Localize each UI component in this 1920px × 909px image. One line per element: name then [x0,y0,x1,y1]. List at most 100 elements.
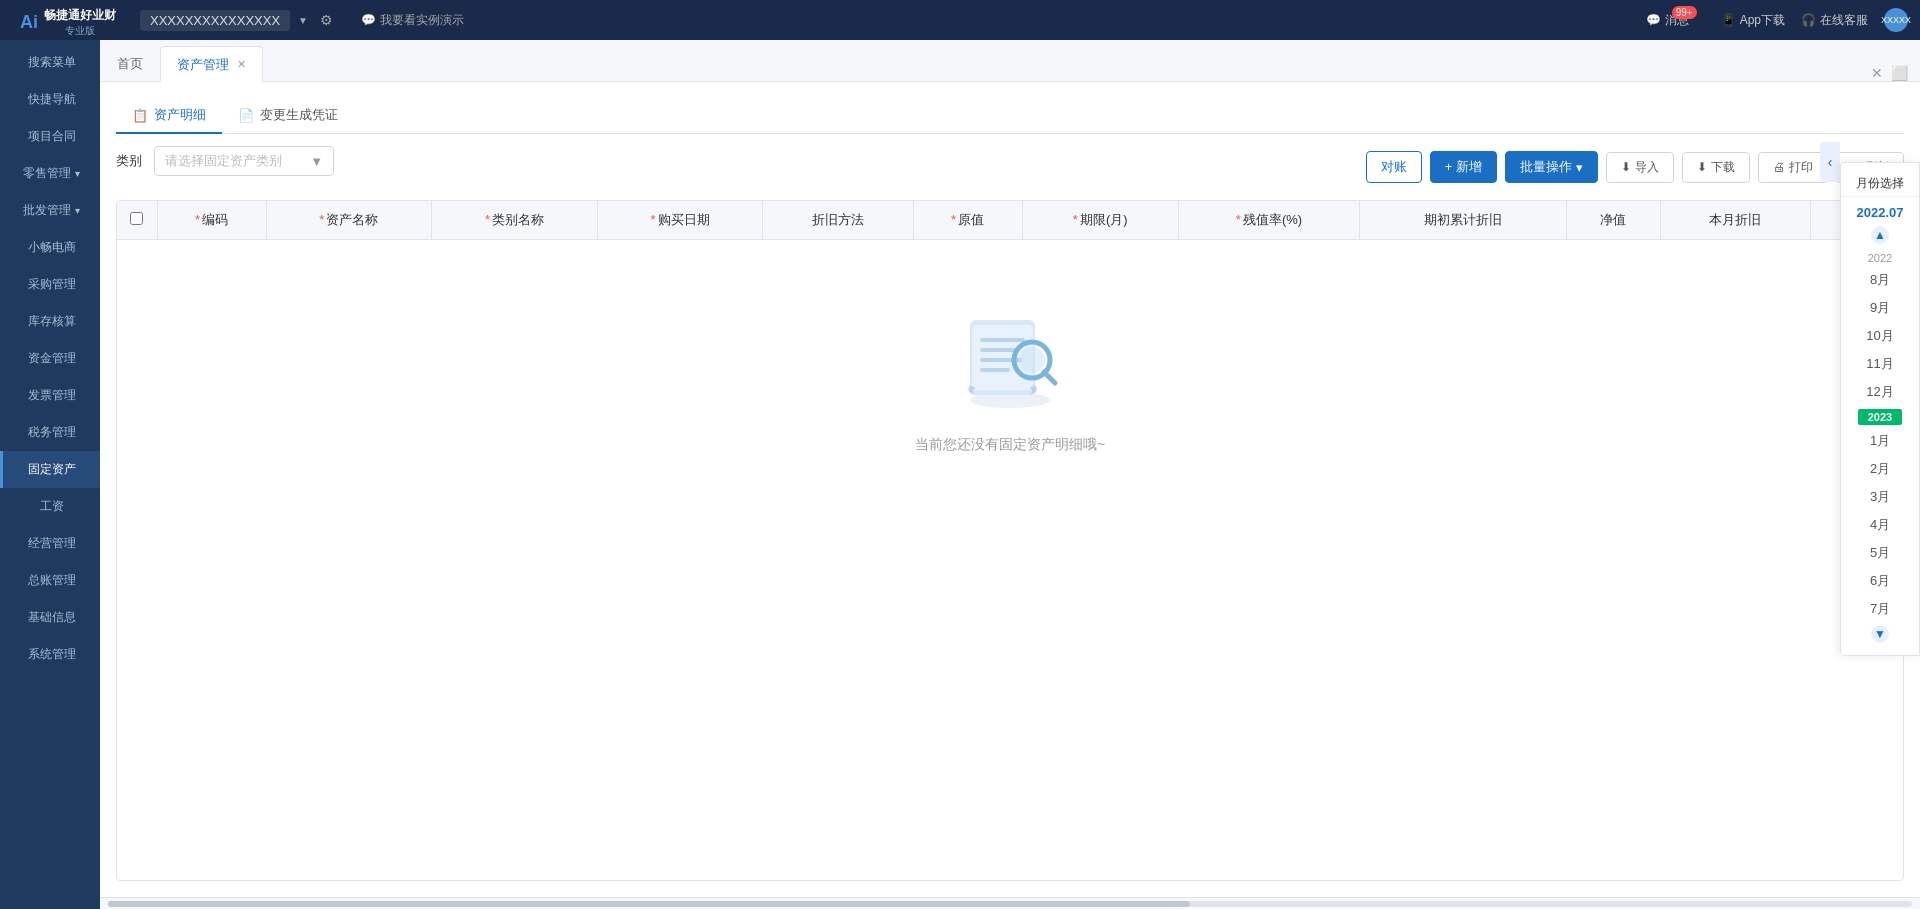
company-name-text: XXXXXXXXXXXXXXX [150,13,280,28]
sub-tabs: 📋 资产明细 📄 变更生成凭证 [116,98,1904,134]
month-nav-up[interactable]: ▲ [1871,226,1889,244]
month-nav-bottom: ▼ [1841,623,1919,647]
tab-asset-label: 资产管理 [177,56,229,74]
month-9[interactable]: 9月 [1841,294,1919,322]
th-residual-rate: *残值率(%) [1178,201,1359,240]
month-7[interactable]: 7月 [1841,595,1919,623]
sidebar-purchase-label: 采购管理 [28,277,76,291]
bottom-scrollbar[interactable] [100,897,1920,909]
sidebar-salary-label: 工资 [40,499,64,513]
add-btn[interactable]: + 新增 [1430,151,1497,183]
sidebar-finance-label: 资金管理 [28,351,76,365]
sub-tab-change-voucher[interactable]: 📄 变更生成凭证 [222,98,354,134]
sidebar-item-ecommerce[interactable]: 小畅电商 [0,229,100,266]
month-4[interactable]: 4月 [1841,511,1919,539]
month-2[interactable]: 2月 [1841,455,1919,483]
asset-table: *编码 *资产名称 *类别名称 *购买日期 折旧方法 *原值 *期限(月) *残… [117,201,1903,514]
import-btn[interactable]: ⬇ 导入 [1606,152,1674,183]
month-nav: ▲ [1841,224,1919,248]
sidebar-item-purchase[interactable]: 采购管理 [0,266,100,303]
sidebar-item-operations[interactable]: 经营管理 [0,525,100,562]
top-header: Ai 畅捷通好业财 专业版 XXXXXXXXXXXXXXX ▼ ⚙ 💬 我要看实… [0,0,1920,40]
reconcile-label: 对账 [1381,158,1407,176]
sidebar-item-wholesale[interactable]: 批发管理 ▾ [0,192,100,229]
month-11[interactable]: 11月 [1841,350,1919,378]
page-content: 📋 资产明细 📄 变更生成凭证 类别 请选择固定资产类别 ▼ [100,82,1920,897]
sidebar-item-tax[interactable]: 税务管理 [0,414,100,451]
sidebar-ecommerce-label: 小畅电商 [28,240,76,254]
sidebar-item-project[interactable]: 项目合同 [0,118,100,155]
sidebar-system-label: 系统管理 [28,647,76,661]
sidebar-item-ledger[interactable]: 总账管理 [0,562,100,599]
sidebar-retail-label: 零售管理 [23,165,71,182]
th-checkbox[interactable] [117,201,157,240]
tab-bar: 首页 资产管理 ✕ ✕ ⬜ [100,40,1920,82]
month-3[interactable]: 3月 [1841,483,1919,511]
month-1[interactable]: 1月 [1841,427,1919,455]
sidebar-item-salary[interactable]: 工资 [0,488,100,525]
sidebar-item-retail[interactable]: 零售管理 ▾ [0,155,100,192]
month-5[interactable]: 5月 [1841,539,1919,567]
sub-tab-asset-detail[interactable]: 📋 资产明细 [116,98,222,134]
scrollbar-thumb[interactable] [108,901,1190,907]
year-2022-label: 2022 [1841,248,1919,266]
online-service-btn[interactable]: 🎧 在线客服 [1801,12,1868,29]
sidebar-quick-nav-label: 快捷导航 [28,92,76,106]
empty-state: 当前您还没有固定资产明细哦~ [117,240,1903,514]
sidebar-item-fixed-asset[interactable]: 固定资产 [0,451,100,488]
messages-btn[interactable]: 💬 消息 99+ [1646,12,1689,29]
sidebar-basic-info-label: 基础信息 [28,610,76,624]
month-selector-toggle[interactable]: ‹ [1820,142,1840,182]
empty-state-cell: 当前您还没有固定资产明细哦~ [117,240,1903,515]
select-all-checkbox[interactable] [130,212,143,225]
sidebar-item-finance[interactable]: 资金管理 [0,340,100,377]
sidebar-item-basic-info[interactable]: 基础信息 [0,599,100,636]
month-10[interactable]: 10月 [1841,322,1919,350]
filter-label: 类别 [116,152,142,170]
svg-point-9 [1019,347,1045,373]
sidebar-item-invoice[interactable]: 发票管理 [0,377,100,414]
reconcile-btn[interactable]: 对账 [1366,151,1422,183]
th-current-depreciation: 本月折旧 [1660,201,1810,240]
window-maximize-btn[interactable]: ⬜ [1891,65,1908,81]
user-avatar[interactable]: XXXXX [1884,8,1908,32]
th-original-value: *原值 [913,201,1022,240]
company-selector[interactable]: XXXXXXXXXXXXXXX [140,10,290,31]
category-select-arrow: ▼ [310,154,323,169]
scrollbar-track[interactable] [108,901,1912,907]
download-icon: ⬇ [1697,160,1707,174]
download-btn[interactable]: ⬇ 下载 [1682,152,1750,183]
sidebar-item-search[interactable]: 搜索菜单 [0,44,100,81]
print-btn[interactable]: 🖨 打印 [1758,152,1828,183]
sidebar-item-inventory[interactable]: 库存核算 [0,303,100,340]
month-6[interactable]: 6月 [1841,567,1919,595]
batch-btn[interactable]: 批量操作 ▾ [1505,151,1598,183]
app-download-btn[interactable]: 📱 App下载 [1721,12,1785,29]
demo-link[interactable]: 💬 我要看实例演示 [361,12,464,29]
settings-icon[interactable]: ⚙ [320,12,333,28]
sidebar-item-system[interactable]: 系统管理 [0,636,100,673]
messages-badge: 99+ [1672,6,1697,19]
table-header-row: *编码 *资产名称 *类别名称 *购买日期 折旧方法 *原值 *期限(月) *残… [117,201,1903,240]
content-area: 首页 资产管理 ✕ ✕ ⬜ 📋 资产明细 📄 变更生成 [100,40,1920,909]
tab-asset[interactable]: 资产管理 ✕ [160,46,263,82]
th-accumulated-depreciation: 期初累计折旧 [1360,201,1567,240]
year-2023-marker: 2023 [1858,409,1902,425]
window-close-btn[interactable]: ✕ [1871,65,1883,81]
app-name: 畅捷通好业财 [44,7,116,24]
tab-home-label: 首页 [117,55,143,73]
th-net-value: 净值 [1567,201,1661,240]
empty-state-row: 当前您还没有固定资产明细哦~ [117,240,1903,515]
sidebar-operations-label: 经营管理 [28,536,76,550]
sidebar-item-quick-nav[interactable]: 快捷导航 [0,81,100,118]
svg-rect-6 [980,368,1010,372]
month-12[interactable]: 12月 [1841,378,1919,406]
company-dropdown-arrow[interactable]: ▼ [298,15,308,26]
sidebar-ledger-label: 总账管理 [28,573,76,587]
sidebar-inventory-label: 库存核算 [28,314,76,328]
month-nav-down[interactable]: ▼ [1871,625,1889,643]
tab-home[interactable]: 首页 [100,45,160,81]
month-8[interactable]: 8月 [1841,266,1919,294]
category-select[interactable]: 请选择固定资产类别 ▼ [154,146,334,176]
tab-asset-close[interactable]: ✕ [237,58,246,71]
